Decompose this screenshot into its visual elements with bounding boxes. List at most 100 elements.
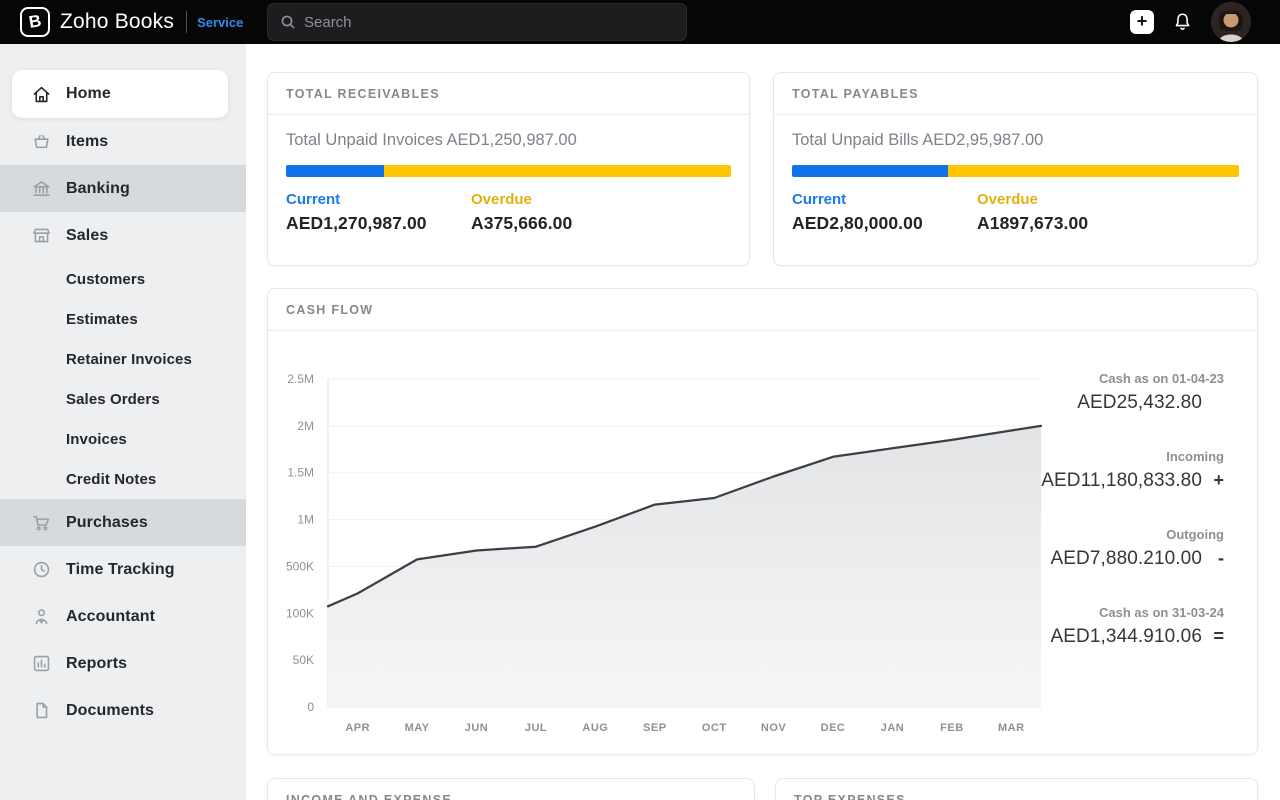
sidebar-item-label: Credit Notes <box>66 470 157 488</box>
current-column: Current AED1,270,987.00 <box>286 191 471 234</box>
cash-stat-incoming: Incoming AED11,180,833.80 + <box>1041 449 1224 492</box>
purchases-icon <box>30 512 52 534</box>
sidebar-item-purchases[interactable]: Purchases <box>0 499 246 546</box>
overdue-label: Overdue <box>471 191 532 208</box>
card-header: CASH FLOW <box>268 289 1257 331</box>
receivables-body: Total Unpaid Invoices AED1,250,987.00 Cu… <box>268 115 749 250</box>
sidebar-item-reports[interactable]: Reports <box>0 640 246 687</box>
overdue-amount: A375,666.00 <box>471 213 573 233</box>
zoho-books-logo[interactable]: B Zoho Books <box>20 7 174 37</box>
overdue-label: Overdue <box>977 191 1038 208</box>
sidebar-item-label: Reports <box>66 654 128 672</box>
card-title: TOTAL RECEIVABLES <box>286 86 440 101</box>
sidebar-item-time-tracking[interactable]: Time Tracking <box>0 546 246 593</box>
payables-amounts: Current AED2,80,000.00 Overdue A1897,673… <box>792 191 1239 234</box>
sidebar-item-accountant[interactable]: Accountant <box>0 593 246 640</box>
current-amount: AED1,270,987.00 <box>286 213 427 233</box>
plus-icon: + <box>1136 11 1148 31</box>
cash-flow-stats: Cash as on 01-04-23 AED25,432.80 Incoming A… <box>1041 371 1224 648</box>
current-amount: AED2,80,000.00 <box>792 213 923 233</box>
y-axis-label: 2M <box>297 419 314 433</box>
sidebar-item-label: Time Tracking <box>66 560 175 578</box>
cash-flow-card: CASH FLOW 0 50K 100K 500K 1M 1.5M 2M 2.5M APR MAY… <box>267 288 1258 755</box>
x-axis-label: MAY <box>405 722 430 734</box>
total-receivables-card: TOTAL RECEIVABLES Total Unpaid Invoices … <box>267 72 750 266</box>
sidebar-item-documents[interactable]: Documents <box>0 687 246 734</box>
sidebar-item-sales[interactable]: Sales <box>0 212 246 259</box>
documents-icon <box>30 700 52 722</box>
sidebar-item-sales-orders[interactable]: Sales Orders <box>0 379 246 419</box>
stat-value: AED7,880.210.00 <box>1050 548 1202 569</box>
sidebar-item-label: Items <box>66 132 109 150</box>
overdue-amount: A1897,673.00 <box>977 213 1089 233</box>
sidebar-item-estimates[interactable]: Estimates <box>0 299 246 339</box>
stat-label: Cash as on 31-03-24 <box>1098 605 1224 620</box>
stat-operator: - <box>1218 548 1224 568</box>
cash-stat-cash-as-on-31-03-24: Cash as on 31-03-24 AED1,344.910.06 = <box>1050 605 1224 648</box>
accountant-icon <box>30 606 52 628</box>
x-axis-label: OCT <box>702 722 727 734</box>
stat-operator: = <box>1213 626 1224 646</box>
payables-progress-bar <box>792 165 1239 177</box>
sidebar-item-items[interactable]: Items <box>0 118 246 165</box>
quick-create-button[interactable]: + <box>1130 10 1154 34</box>
global-search[interactable] <box>267 3 687 41</box>
stat-value: AED25,432.80 <box>1077 392 1202 413</box>
sidebar-item-retainer-invoices[interactable]: Retainer Invoices <box>0 339 246 379</box>
app-title: Zoho Books <box>60 10 175 33</box>
stat-value: AED11,180,833.80 <box>1041 470 1202 491</box>
cash-stat-cash-as-on-01-04-23: Cash as on 01-04-23 AED25,432.80 <box>1077 371 1224 414</box>
stat-label: Cash as on 01-04-23 <box>1098 371 1224 386</box>
x-axis-label: JAN <box>881 722 905 734</box>
y-axis-label: 0 <box>307 700 314 714</box>
zoho-books-dashboard: B Zoho Books Service + <box>0 0 1280 800</box>
card-title: TOP EXPENSES <box>794 792 906 800</box>
sidebar-item-label: Customers <box>66 270 146 288</box>
overdue-column: Overdue A1897,673.00 <box>977 191 1162 234</box>
total-unpaid-invoices: Total Unpaid Invoices AED1,250,987.00 <box>286 131 577 149</box>
notifications-button[interactable] <box>1172 11 1193 33</box>
logo-divider <box>186 11 188 33</box>
stat-value: AED1,344.910.06 <box>1050 626 1202 647</box>
receivables-progress-bar <box>286 165 731 177</box>
x-axis-label: JUN <box>465 722 489 734</box>
x-axis-label: DEC <box>821 722 846 734</box>
sidebar-item-invoices[interactable]: Invoices <box>0 419 246 459</box>
sidebar-item-label: Estimates <box>66 310 138 328</box>
current-label: Current <box>286 191 341 208</box>
x-axis-label: AUG <box>582 722 608 734</box>
total-unpaid-bills: Total Unpaid Bills AED2,95,987.00 <box>792 131 1044 149</box>
sidebar-item-customers[interactable]: Customers <box>0 259 246 299</box>
time-tracking-icon <box>30 559 52 581</box>
sidebar-item-label: Documents <box>66 701 155 719</box>
user-avatar[interactable] <box>1211 2 1251 42</box>
sidebar-item-banking[interactable]: Banking <box>0 165 246 212</box>
sidebar-item-label: Sales <box>66 226 109 244</box>
main-content: TOTAL RECEIVABLES Total Unpaid Invoices … <box>246 44 1280 800</box>
overdue-segment <box>948 165 1239 177</box>
stat-label: Incoming <box>1166 449 1224 464</box>
items-icon <box>30 131 52 153</box>
avatar-photo <box>1211 2 1251 42</box>
sidebar-item-label: Sales Orders <box>66 390 160 408</box>
x-axis-label: JUL <box>525 722 547 734</box>
sidebar-item-label: Home <box>66 85 111 102</box>
edition-label[interactable]: Service <box>197 15 243 30</box>
sidebar-item-credit-notes[interactable]: Credit Notes <box>0 459 246 499</box>
current-column: Current AED2,80,000.00 <box>792 191 977 234</box>
x-axis-label: FEB <box>940 722 964 734</box>
search-input[interactable] <box>304 13 674 31</box>
sidebar-item-home[interactable]: Home <box>12 70 228 118</box>
y-axis-label: 100K <box>286 606 314 620</box>
cash-stat-outgoing: Outgoing AED7,880.210.00- <box>1050 527 1224 570</box>
payables-body: Total Unpaid Bills AED2,95,987.00 Curren… <box>774 115 1257 250</box>
receivables-amounts: Current AED1,270,987.00 Overdue A375,666… <box>286 191 731 234</box>
card-header: TOP EXPENSES <box>776 779 1257 800</box>
income-and-expense-card: INCOME AND EXPENSE <box>267 778 755 800</box>
sidebar-item-label: Banking <box>66 179 130 197</box>
y-axis-label: 1.5M <box>287 466 314 480</box>
current-segment <box>286 165 384 177</box>
sidebar-item-label: Accountant <box>66 607 155 625</box>
cash-flow-line <box>326 424 1043 608</box>
zoho-books-logo-icon: B <box>20 7 50 37</box>
